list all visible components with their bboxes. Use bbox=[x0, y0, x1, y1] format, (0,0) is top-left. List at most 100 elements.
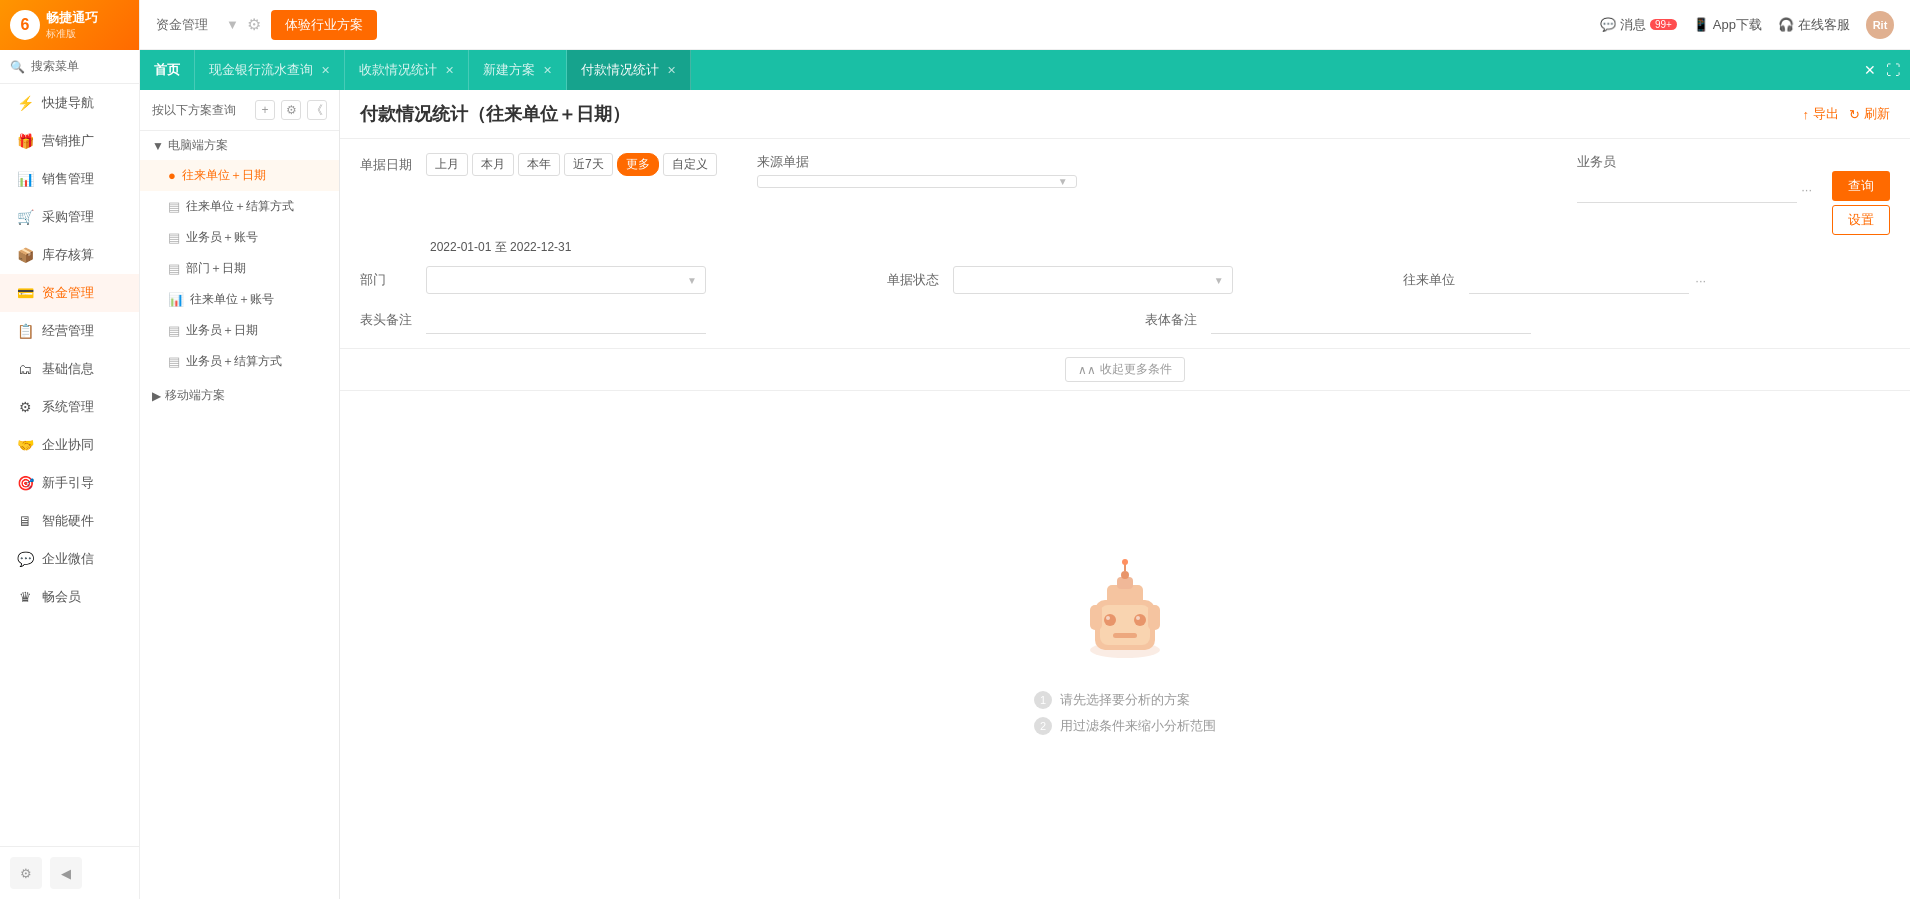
tab-payment-stats-close[interactable]: ✕ bbox=[667, 64, 676, 77]
sidebar-item-label: 资金管理 bbox=[42, 284, 94, 302]
tab-bank[interactable]: 现金银行流水查询 ✕ bbox=[195, 50, 345, 90]
app-version: 标准版 bbox=[46, 27, 98, 41]
collapse-panel-btn[interactable]: 《 bbox=[307, 100, 327, 120]
partner-input[interactable] bbox=[1469, 266, 1689, 294]
last-7days-btn[interactable]: 近7天 bbox=[564, 153, 613, 176]
query-btn[interactable]: 查询 bbox=[1832, 171, 1890, 201]
tab-end-buttons: ✕ ⛶ bbox=[1854, 50, 1910, 90]
scheme-partner-settle[interactable]: ▤ 往来单位＋结算方式 bbox=[140, 191, 339, 222]
left-panel-tools: + ⚙ 《 bbox=[255, 100, 327, 120]
app-download-btn[interactable]: 📱 App下载 bbox=[1693, 16, 1762, 34]
table-icon: ▤ bbox=[168, 354, 180, 369]
tab-home[interactable]: 首页 bbox=[140, 50, 195, 90]
sidebar-item-label: 畅会员 bbox=[42, 588, 81, 606]
sidebar-item-operations[interactable]: 📋 经营管理 bbox=[0, 312, 139, 350]
service-icon: 🎧 bbox=[1778, 17, 1794, 32]
tip-text-1: 请先选择要分析的方案 bbox=[1060, 691, 1190, 709]
tab-bank-close[interactable]: ✕ bbox=[321, 64, 330, 77]
sidebar-item-wechat[interactable]: 💬 企业微信 bbox=[0, 540, 139, 578]
mobile-scheme-group: ▶ 移动端方案 bbox=[140, 377, 339, 410]
tab-fullscreen-btn[interactable]: ⛶ bbox=[1886, 62, 1900, 78]
table-icon: ▤ bbox=[168, 323, 180, 338]
breadcrumb-text: 资金管理 bbox=[156, 16, 208, 34]
this-year-btn[interactable]: 本年 bbox=[518, 153, 560, 176]
source-select-arrow: ▼ bbox=[1058, 176, 1068, 187]
scheme-staff-account[interactable]: ▤ 业务员＋账号 bbox=[140, 222, 339, 253]
sidebar-item-finance[interactable]: 💳 资金管理 bbox=[0, 274, 139, 312]
tab-receivable-close[interactable]: ✕ bbox=[445, 64, 454, 77]
left-panel-header: 按以下方案查询 + ⚙ 《 bbox=[140, 90, 339, 131]
custom-date-btn[interactable]: 自定义 bbox=[663, 153, 717, 176]
export-label: 导出 bbox=[1813, 105, 1839, 123]
search-menu[interactable]: 🔍 搜索菜单 bbox=[0, 50, 139, 84]
this-month-btn[interactable]: 本月 bbox=[472, 153, 514, 176]
sidebar-item-purchase[interactable]: 🛒 采购管理 bbox=[0, 198, 139, 236]
source-doc-select[interactable]: ▼ bbox=[757, 175, 1077, 188]
more-date-btn[interactable]: 更多 bbox=[617, 153, 659, 176]
settings-icon[interactable]: ⚙ bbox=[247, 15, 261, 34]
tab-close-all-btn[interactable]: ✕ bbox=[1864, 62, 1876, 78]
tab-new-scheme[interactable]: 新建方案 ✕ bbox=[469, 50, 567, 90]
user-avatar[interactable]: Rit bbox=[1866, 11, 1894, 39]
trial-btn[interactable]: 体验行业方案 bbox=[271, 10, 377, 40]
refresh-btn[interactable]: ↻ 刷新 bbox=[1849, 105, 1890, 123]
sidebar-item-sales[interactable]: 📊 销售管理 bbox=[0, 160, 139, 198]
sidebar-item-enterprise[interactable]: 🤝 企业协同 bbox=[0, 426, 139, 464]
scheme-staff-settle[interactable]: ▤ 业务员＋结算方式 bbox=[140, 346, 339, 377]
expand-icon: ▼ bbox=[152, 139, 164, 153]
header-note-input[interactable] bbox=[426, 306, 706, 334]
sidebar-item-vip[interactable]: ♛ 畅会员 bbox=[0, 578, 139, 616]
page-title: 付款情况统计（往来单位＋日期） bbox=[360, 102, 630, 126]
scheme-settings-btn[interactable]: ⚙ bbox=[281, 100, 301, 120]
sidebar-item-guide[interactable]: 🎯 新手引导 bbox=[0, 464, 139, 502]
svg-rect-6 bbox=[1090, 605, 1102, 630]
content-area: 按以下方案查询 + ⚙ 《 ▼ 电脑端方案 ● 往来单位＋日期 ▤ bbox=[140, 90, 1910, 899]
sidebar-item-quick-nav[interactable]: ⚡ 快捷导航 bbox=[0, 84, 139, 122]
empty-tip-1: 1 请先选择要分析的方案 bbox=[1034, 691, 1216, 709]
online-service-btn[interactable]: 🎧 在线客服 bbox=[1778, 16, 1850, 34]
page-actions: ↑ 导出 ↻ 刷新 bbox=[1803, 105, 1891, 123]
sidebar-item-label: 营销推广 bbox=[42, 132, 94, 150]
body-note-input[interactable] bbox=[1211, 306, 1531, 334]
refresh-icon: ↻ bbox=[1849, 107, 1860, 122]
expand-icon: ▶ bbox=[152, 389, 161, 403]
export-btn[interactable]: ↑ 导出 bbox=[1803, 105, 1840, 123]
scheme-dept-date[interactable]: ▤ 部门＋日期 bbox=[140, 253, 339, 284]
tab-new-scheme-close[interactable]: ✕ bbox=[543, 64, 552, 77]
dept-select[interactable]: ▼ bbox=[426, 266, 706, 294]
sidebar-collapse-btn[interactable]: ◀ bbox=[50, 857, 82, 889]
last-month-btn[interactable]: 上月 bbox=[426, 153, 468, 176]
add-scheme-btn[interactable]: + bbox=[255, 100, 275, 120]
finance-icon: 💳 bbox=[16, 284, 34, 302]
sidebar-item-hardware[interactable]: 🖥 智能硬件 bbox=[0, 502, 139, 540]
sidebar-settings-btn[interactable]: ⚙ bbox=[10, 857, 42, 889]
staff-input[interactable] bbox=[1577, 175, 1797, 203]
collapse-conditions-btn[interactable]: ∧∧ 收起更多条件 bbox=[1065, 357, 1185, 382]
scheme-partner-date[interactable]: ● 往来单位＋日期 bbox=[140, 160, 339, 191]
sidebar-item-label: 企业协同 bbox=[42, 436, 94, 454]
desktop-scheme-group: ▼ 电脑端方案 ● 往来单位＋日期 ▤ 往来单位＋结算方式 ▤ 业务员＋账号 ▤ bbox=[140, 131, 339, 377]
tab-receivable[interactable]: 收款情况统计 ✕ bbox=[345, 50, 469, 90]
sidebar-item-system[interactable]: ⚙ 系统管理 bbox=[0, 388, 139, 426]
sidebar-item-basic[interactable]: 🗂 基础信息 bbox=[0, 350, 139, 388]
inventory-icon: 📦 bbox=[16, 246, 34, 264]
scheme-staff-date[interactable]: ▤ 业务员＋日期 bbox=[140, 315, 339, 346]
notification-btn[interactable]: 💬 消息 99+ bbox=[1600, 16, 1677, 34]
marketing-icon: 🎁 bbox=[16, 132, 34, 150]
partner-label: 往来单位 bbox=[1403, 271, 1463, 289]
scheme-label: 往来单位＋账号 bbox=[190, 291, 274, 308]
purchase-icon: 🛒 bbox=[16, 208, 34, 226]
scheme-partner-account[interactable]: 📊 往来单位＋账号 bbox=[140, 284, 339, 315]
filter-settings-btn[interactable]: 设置 bbox=[1832, 205, 1890, 235]
tip-text-2: 用过滤条件来缩小分析范围 bbox=[1060, 717, 1216, 735]
page-header: 付款情况统计（往来单位＋日期） ↑ 导出 ↻ 刷新 bbox=[340, 90, 1910, 139]
mobile-group-title[interactable]: ▶ 移动端方案 bbox=[140, 381, 339, 410]
tab-payment-stats[interactable]: 付款情况统计 ✕ bbox=[567, 50, 691, 90]
sidebar-item-marketing[interactable]: 🎁 营销推广 bbox=[0, 122, 139, 160]
doc-status-select[interactable]: ▼ bbox=[953, 266, 1233, 294]
sidebar-item-inventory[interactable]: 📦 库存核算 bbox=[0, 236, 139, 274]
dropdown-arrow-icon[interactable]: ▼ bbox=[226, 17, 239, 32]
desktop-group-title[interactable]: ▼ 电脑端方案 bbox=[140, 131, 339, 160]
sidebar: 6 畅捷通巧 标准版 🔍 搜索菜单 ⚡ 快捷导航 🎁 营销推广 📊 销售管理 🛒… bbox=[0, 0, 140, 899]
scheme-label: 业务员＋结算方式 bbox=[186, 353, 282, 370]
